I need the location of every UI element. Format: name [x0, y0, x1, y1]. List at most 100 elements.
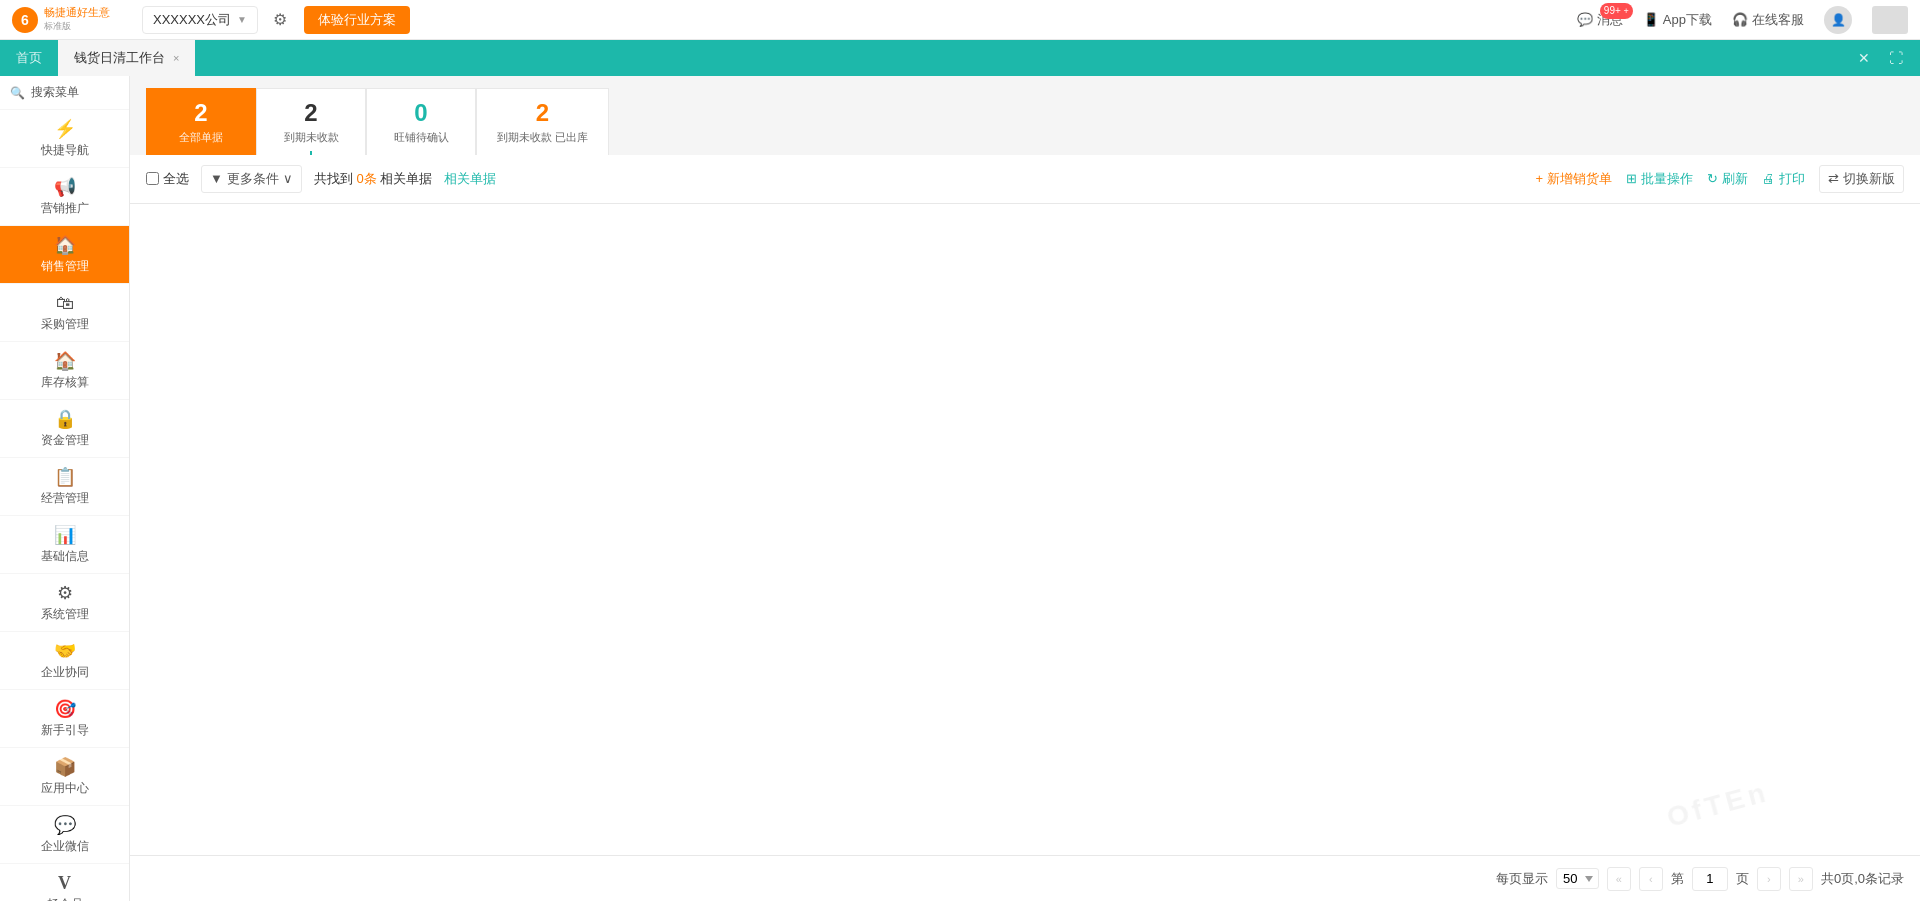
sidebar-item-cooperation[interactable]: 🤝 企业协同: [0, 632, 129, 690]
sidebar: 🔍 搜索菜单 ⚡ 快捷导航 📢 营销推广 🏠 销售管理 🛍 采购管理 🏠 库存核…: [0, 76, 130, 901]
appstore-icon: 📦: [54, 758, 76, 776]
sidebar-item-operations[interactable]: 📋 经营管理: [0, 458, 129, 516]
logo-icon: 6: [12, 7, 38, 33]
sidebar-item-marketing[interactable]: 📢 营销推广: [0, 168, 129, 226]
online-service-label: 在线客服: [1752, 11, 1804, 29]
logo-title: 畅捷通好生意: [44, 6, 110, 19]
batch-icon: ⊞: [1626, 171, 1637, 186]
sidebar-item-guide[interactable]: 🎯 新手引导: [0, 690, 129, 748]
tab-minimize-button[interactable]: ✕: [1852, 46, 1876, 70]
tab-workbench[interactable]: 钱货日清工作台 ×: [58, 40, 195, 76]
related-link[interactable]: 相关单据: [444, 170, 496, 188]
per-page-select[interactable]: 50: [1556, 868, 1599, 889]
table-area: [130, 204, 1920, 855]
stat-tab-overdue-out[interactable]: 2 到期未收款 已出库: [476, 88, 609, 155]
sidebar-item-purchase[interactable]: 🛍 采购管理: [0, 284, 129, 342]
sidebar-item-sales[interactable]: 🏠 销售管理: [0, 226, 129, 284]
page-input[interactable]: [1692, 867, 1728, 891]
add-icon: +: [1535, 171, 1543, 186]
stat-number-overdue: 2: [304, 99, 317, 128]
first-page-button[interactable]: «: [1607, 867, 1631, 891]
sidebar-item-label: 采购管理: [41, 316, 89, 333]
stat-tab-pending[interactable]: 0 旺铺待确认: [366, 88, 476, 155]
prev-page-button[interactable]: ‹: [1639, 867, 1663, 891]
print-button[interactable]: 🖨 打印: [1762, 170, 1805, 188]
settings-button[interactable]: ⚙: [266, 6, 294, 34]
company-dropdown-arrow: ▼: [237, 14, 247, 25]
filter-arrow-icon: ∨: [283, 171, 293, 186]
total-records: 共0页,0条记录: [1821, 870, 1904, 888]
content-inner: 2 全部单据 2 到期未收款 0 旺铺待确认 2 到期未收款 已出库: [130, 76, 1920, 901]
message-button[interactable]: 💬 消息 99+ +: [1577, 11, 1623, 29]
online-service-button[interactable]: 🎧 在线客服: [1732, 11, 1804, 29]
sidebar-item-member[interactable]: V 畅会员: [0, 864, 129, 901]
sidebar-item-label: 销售管理: [41, 258, 89, 275]
select-all-label: 全选: [163, 170, 189, 188]
download-icon: 📱: [1643, 12, 1659, 27]
batch-label: 批量操作: [1641, 170, 1693, 188]
user-name-area: [1872, 6, 1908, 34]
company-selector[interactable]: XXXXXX公司 ▼: [142, 6, 258, 34]
finance-icon: 🔒: [54, 410, 76, 428]
avatar[interactable]: 👤: [1824, 6, 1852, 34]
trial-button[interactable]: 体验行业方案: [304, 6, 410, 34]
refresh-icon: ↻: [1707, 171, 1718, 186]
stat-label-all: 全部单据: [179, 130, 223, 145]
stat-tab-overdue-unpaid[interactable]: 2 到期未收款: [256, 88, 366, 155]
stat-tab-all[interactable]: 2 全部单据: [146, 88, 256, 155]
sidebar-item-label: 资金管理: [41, 432, 89, 449]
sidebar-item-quick-nav[interactable]: ⚡ 快捷导航: [0, 110, 129, 168]
sidebar-item-label: 快捷导航: [41, 142, 89, 159]
service-icon: 🎧: [1732, 12, 1748, 27]
basic-icon: 📊: [54, 526, 76, 544]
last-page-button[interactable]: »: [1789, 867, 1813, 891]
select-all-checkbox[interactable]: 全选: [146, 170, 189, 188]
tab-close-icon[interactable]: ×: [173, 52, 179, 64]
sidebar-item-appstore[interactable]: 📦 应用中心: [0, 748, 129, 806]
wechat-icon: 💬: [54, 816, 76, 834]
sidebar-item-finance[interactable]: 🔒 资金管理: [0, 400, 129, 458]
found-prefix: 共找到: [314, 171, 353, 186]
app-download-label: App下载: [1663, 11, 1712, 29]
message-badge: 99+ +: [1600, 3, 1633, 19]
app-download-button[interactable]: 📱 App下载: [1643, 11, 1712, 29]
operations-icon: 📋: [54, 468, 76, 486]
refresh-button[interactable]: ↻ 刷新: [1707, 170, 1748, 188]
guide-icon: 🎯: [54, 700, 76, 718]
sidebar-item-label: 企业微信: [41, 838, 89, 855]
found-text: 共找到 0条 相关单据: [314, 170, 432, 188]
select-all-input[interactable]: [146, 172, 159, 185]
per-page-label: 每页显示: [1496, 870, 1548, 888]
sidebar-item-basic[interactable]: 📊 基础信息: [0, 516, 129, 574]
switch-icon: ⇄: [1828, 171, 1839, 186]
add-sale-button[interactable]: + 新增销货单: [1535, 170, 1612, 188]
tab-home[interactable]: 首页: [0, 40, 58, 76]
pagination: 每页显示 50 « ‹ 第 页 › » 共0页,0条记录: [130, 855, 1920, 901]
stat-number-pending: 0: [414, 99, 427, 128]
filter-icon: ▼: [210, 171, 223, 186]
stat-label-pending: 旺铺待确认: [394, 130, 449, 145]
stat-label-overdue: 到期未收款: [284, 130, 339, 145]
tab-bar-actions: ✕ ⛶: [1852, 40, 1920, 76]
sidebar-search[interactable]: 🔍 搜索菜单: [0, 76, 129, 110]
tab-maximize-button[interactable]: ⛶: [1884, 46, 1908, 70]
company-name: XXXXXX公司: [153, 11, 231, 29]
batch-button[interactable]: ⊞ 批量操作: [1626, 170, 1693, 188]
logo-area: 6 畅捷通好生意 标准版: [12, 6, 142, 32]
quick-nav-icon: ⚡: [54, 120, 76, 138]
switch-button[interactable]: ⇄ 切换新版: [1819, 165, 1904, 193]
print-label: 打印: [1779, 170, 1805, 188]
content-area: 2 全部单据 2 到期未收款 0 旺铺待确认 2 到期未收款 已出库: [130, 76, 1920, 901]
print-icon: 🖨: [1762, 171, 1775, 186]
sidebar-item-system[interactable]: ⚙ 系统管理: [0, 574, 129, 632]
next-page-button[interactable]: ›: [1757, 867, 1781, 891]
header-right: 💬 消息 99+ + 📱 App下载 🎧 在线客服 👤: [1577, 6, 1908, 34]
purchase-icon: 🛍: [56, 294, 74, 312]
toolbar: 全选 ▼ 更多条件 ∨ 共找到 0条 相关单据 相关单据 + 新增销货单: [130, 155, 1920, 204]
search-menu-label: 搜索菜单: [31, 84, 79, 101]
sidebar-item-inventory[interactable]: 🏠 库存核算: [0, 342, 129, 400]
filter-button[interactable]: ▼ 更多条件 ∨: [201, 165, 302, 193]
tab-workbench-label: 钱货日清工作台: [74, 49, 165, 67]
sidebar-item-wechat[interactable]: 💬 企业微信: [0, 806, 129, 864]
sales-icon: 🏠: [54, 236, 76, 254]
